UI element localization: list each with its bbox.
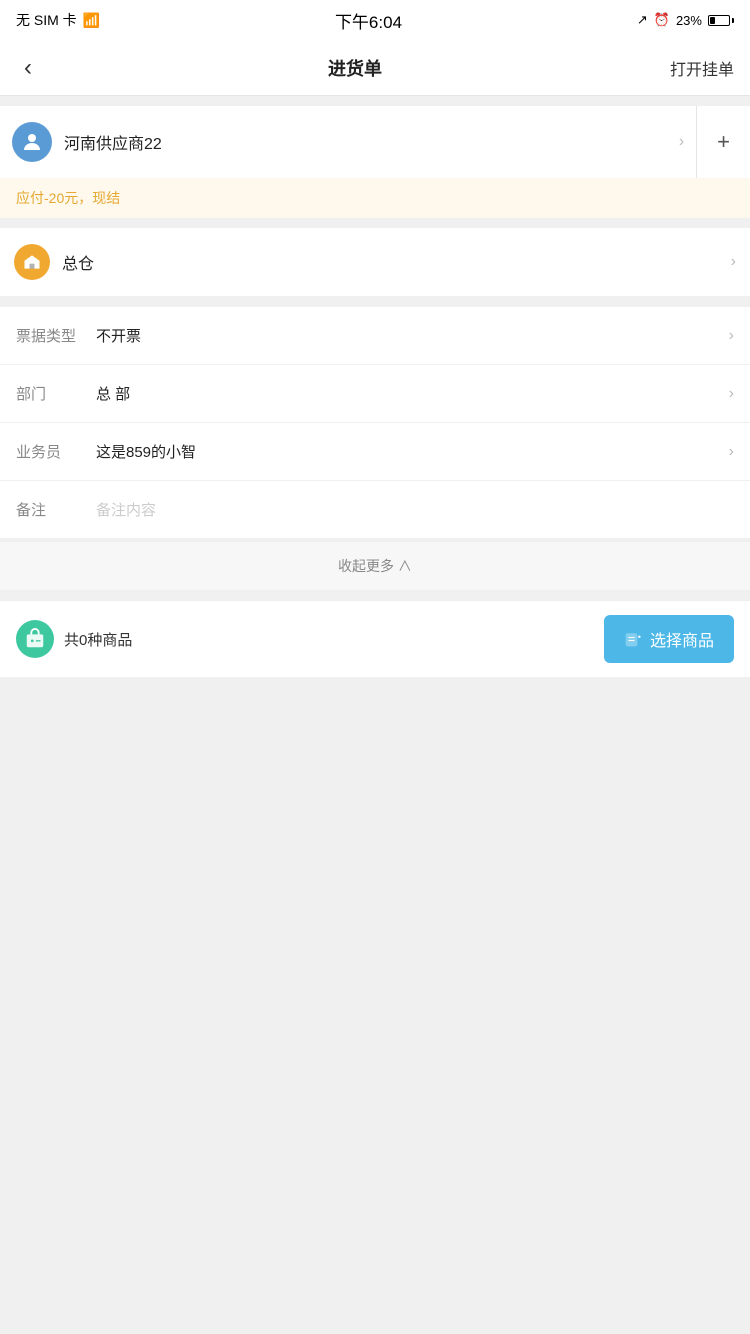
- select-product-label: 选择商品: [650, 627, 714, 651]
- select-product-button[interactable]: 选择商品: [604, 615, 734, 663]
- product-count-area: 共0种商品: [16, 620, 132, 658]
- supplier-section: 河南供应商22 › +: [0, 106, 750, 178]
- add-supplier-button[interactable]: +: [697, 106, 750, 178]
- status-time: 下午6:04: [335, 8, 402, 33]
- salesperson-chevron-icon: ›: [729, 443, 734, 461]
- status-bar: 无 SIM 卡 📶 下午6:04 ↗ ⏰ 23%: [0, 0, 750, 40]
- form-section: 票据类型 不开票 › 部门 总 部 › 业务员 这是859的小智 › 备注 备注…: [0, 307, 750, 539]
- notice-bar: 应付-20元，现结: [0, 178, 750, 218]
- salesperson-label: 业务员: [16, 441, 96, 462]
- supplier-chevron-icon: ›: [679, 133, 684, 151]
- product-count-text: 共0种商品: [64, 629, 132, 650]
- supplier-avatar: [12, 122, 52, 162]
- collapse-bar[interactable]: 收起更多 ∧: [0, 541, 750, 590]
- warehouse-chevron-icon: ›: [731, 253, 736, 271]
- notice-text: 应付-20元，现结: [16, 190, 120, 206]
- carrier-label: 无 SIM 卡: [16, 10, 77, 30]
- product-icon: [16, 620, 54, 658]
- open-pending-button[interactable]: 打开挂单: [670, 56, 734, 80]
- warehouse-section: 总仓 ›: [0, 228, 750, 297]
- top-divider: [0, 96, 750, 106]
- battery-label: 23%: [676, 13, 702, 28]
- warehouse-selector[interactable]: 总仓 ›: [0, 228, 750, 297]
- battery-indicator: [708, 15, 734, 26]
- department-row[interactable]: 部门 总 部 ›: [0, 365, 750, 423]
- status-right: ↗ ⏰ 23%: [637, 12, 734, 28]
- page-title: 进货单: [328, 55, 382, 81]
- warehouse-name: 总仓: [62, 250, 723, 274]
- warehouse-icon: [14, 244, 50, 280]
- department-chevron-icon: ›: [729, 385, 734, 403]
- department-label: 部门: [16, 383, 96, 404]
- status-left: 无 SIM 卡 📶: [16, 10, 100, 30]
- invoice-type-value: 不开票: [96, 325, 721, 346]
- wifi-icon: 📶: [83, 12, 100, 29]
- invoice-type-label: 票据类型: [16, 325, 96, 346]
- invoice-type-row[interactable]: 票据类型 不开票 ›: [0, 307, 750, 365]
- bottom-bar: 共0种商品 选择商品: [0, 600, 750, 677]
- remark-value: 备注内容: [96, 499, 734, 520]
- back-button[interactable]: ‹: [16, 46, 40, 90]
- supplier-name: 河南供应商22: [64, 130, 671, 154]
- page-background: [0, 677, 750, 877]
- invoice-type-chevron-icon: ›: [729, 327, 734, 345]
- alarm-icon: ⏰: [654, 12, 670, 28]
- salesperson-row[interactable]: 业务员 这是859的小智 ›: [0, 423, 750, 481]
- department-value: 总 部: [96, 383, 721, 404]
- remark-label: 备注: [16, 499, 96, 520]
- remark-row[interactable]: 备注 备注内容: [0, 481, 750, 539]
- location-icon: ↗: [637, 12, 648, 28]
- salesperson-value: 这是859的小智: [96, 441, 721, 462]
- nav-bar: ‹ 进货单 打开挂单: [0, 40, 750, 96]
- supplier-selector[interactable]: 河南供应商22 ›: [0, 106, 697, 178]
